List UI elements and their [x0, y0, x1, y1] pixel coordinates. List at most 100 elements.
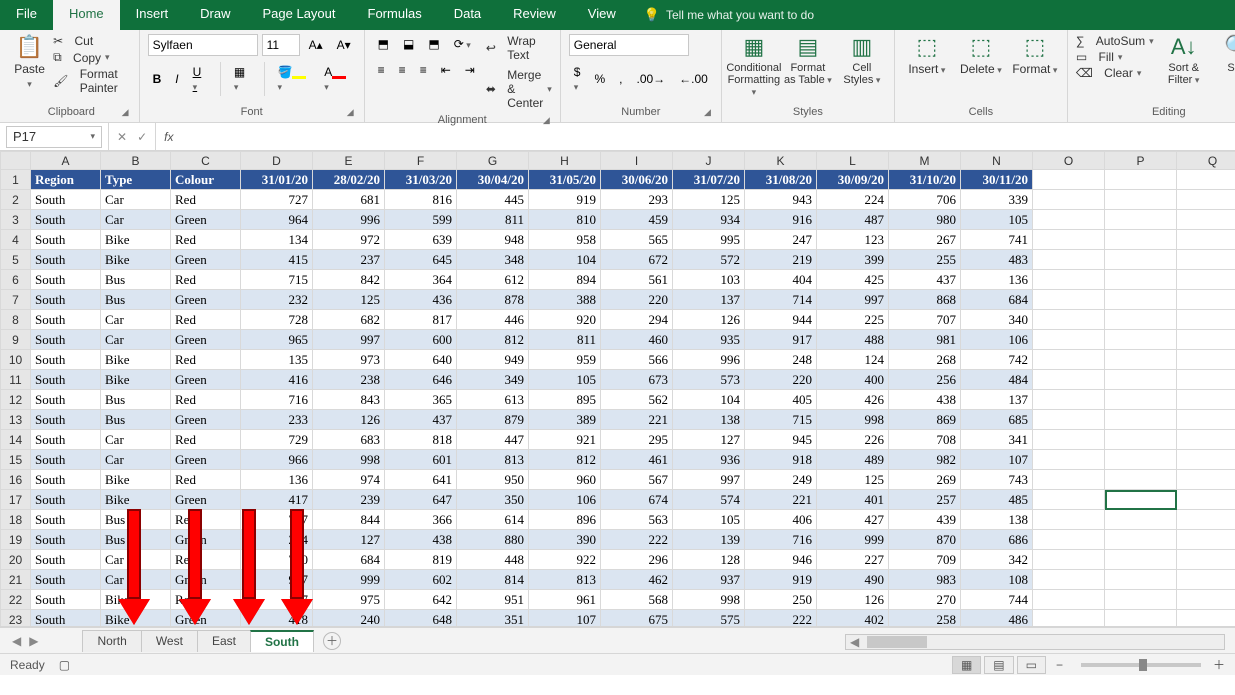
- cell[interactable]: [1177, 590, 1235, 610]
- align-bottom-button[interactable]: ⬒: [423, 34, 444, 54]
- cell[interactable]: 487: [817, 210, 889, 230]
- cell[interactable]: Bike: [101, 590, 171, 610]
- cell[interactable]: [1033, 410, 1105, 430]
- cell[interactable]: 642: [385, 590, 457, 610]
- cell[interactable]: 744: [961, 590, 1033, 610]
- col-header-G[interactable]: G: [457, 152, 529, 170]
- col-header-E[interactable]: E: [313, 152, 385, 170]
- cell[interactable]: 137: [673, 290, 745, 310]
- cell[interactable]: 238: [313, 370, 385, 390]
- cell[interactable]: [1177, 430, 1235, 450]
- cell[interactable]: 868: [889, 290, 961, 310]
- cell[interactable]: [1177, 410, 1235, 430]
- decrease-font-button[interactable]: A▾: [332, 35, 356, 55]
- format-as-table-button[interactable]: ▤Format as Table: [784, 34, 832, 86]
- cell[interactable]: 483: [961, 250, 1033, 270]
- cell[interactable]: Green: [171, 530, 241, 550]
- cell[interactable]: 706: [889, 190, 961, 210]
- row-header-19[interactable]: 19: [1, 530, 31, 550]
- cell[interactable]: 646: [385, 370, 457, 390]
- cell[interactable]: Bus: [101, 510, 171, 530]
- wrap-text-button[interactable]: ↩ Wrap Text: [486, 34, 552, 62]
- cell[interactable]: 267: [889, 230, 961, 250]
- cell[interactable]: [1105, 190, 1177, 210]
- cell[interactable]: 222: [745, 610, 817, 628]
- cell[interactable]: [1105, 510, 1177, 530]
- cell[interactable]: South: [31, 290, 101, 310]
- cell[interactable]: 227: [817, 550, 889, 570]
- cell[interactable]: [1105, 230, 1177, 250]
- cell[interactable]: 348: [457, 250, 529, 270]
- cell[interactable]: 232: [241, 290, 313, 310]
- cell[interactable]: [1177, 250, 1235, 270]
- cell[interactable]: 365: [385, 390, 457, 410]
- cell[interactable]: Green: [171, 570, 241, 590]
- cell[interactable]: 137: [241, 590, 313, 610]
- cell[interactable]: Red: [171, 270, 241, 290]
- cell[interactable]: 842: [313, 270, 385, 290]
- cell[interactable]: 447: [457, 430, 529, 450]
- cell[interactable]: 918: [745, 450, 817, 470]
- cell[interactable]: 350: [457, 490, 529, 510]
- cell[interactable]: 935: [673, 330, 745, 350]
- header-cell[interactable]: Region: [31, 170, 101, 190]
- row-header-9[interactable]: 9: [1, 330, 31, 350]
- cell[interactable]: 104: [673, 390, 745, 410]
- cell[interactable]: 648: [385, 610, 457, 628]
- cell[interactable]: Bike: [101, 350, 171, 370]
- cell[interactable]: 599: [385, 210, 457, 230]
- cell[interactable]: [1033, 550, 1105, 570]
- cell[interactable]: 818: [385, 430, 457, 450]
- cell[interactable]: 294: [601, 310, 673, 330]
- cell[interactable]: [1105, 390, 1177, 410]
- row-header-8[interactable]: 8: [1, 310, 31, 330]
- cell[interactable]: 813: [529, 570, 601, 590]
- cell[interactable]: 437: [889, 270, 961, 290]
- cell[interactable]: 404: [745, 270, 817, 290]
- conditional-formatting-button[interactable]: ▦Conditional Formatting: [730, 34, 778, 98]
- cell[interactable]: 674: [601, 490, 673, 510]
- cell[interactable]: 973: [313, 350, 385, 370]
- cell[interactable]: 600: [385, 330, 457, 350]
- cell[interactable]: 996: [313, 210, 385, 230]
- cell[interactable]: 921: [529, 430, 601, 450]
- fx-icon[interactable]: fx: [156, 130, 181, 144]
- cell[interactable]: 673: [601, 370, 673, 390]
- cell[interactable]: 418: [241, 610, 313, 628]
- row-header-1[interactable]: 1: [1, 170, 31, 190]
- header-cell[interactable]: 31/01/20: [241, 170, 313, 190]
- cell[interactable]: 221: [601, 410, 673, 430]
- sort-filter-button[interactable]: A↓Sort & Filter: [1160, 34, 1208, 86]
- col-header-C[interactable]: C: [171, 152, 241, 170]
- cell[interactable]: 730: [241, 550, 313, 570]
- cell[interactable]: [1177, 290, 1235, 310]
- cell[interactable]: 340: [961, 310, 1033, 330]
- cell[interactable]: 983: [889, 570, 961, 590]
- header-cell[interactable]: 31/05/20: [529, 170, 601, 190]
- cell[interactable]: 562: [601, 390, 673, 410]
- header-cell[interactable]: 30/04/20: [457, 170, 529, 190]
- cell[interactable]: [1177, 230, 1235, 250]
- cell[interactable]: 684: [961, 290, 1033, 310]
- cell[interactable]: Car: [101, 570, 171, 590]
- cell[interactable]: South: [31, 610, 101, 628]
- cell[interactable]: 613: [457, 390, 529, 410]
- header-cell[interactable]: 30/06/20: [601, 170, 673, 190]
- font-size-combo[interactable]: [262, 34, 300, 56]
- number-format-combo[interactable]: [569, 34, 689, 56]
- cell[interactable]: 716: [241, 390, 313, 410]
- cell[interactable]: [1033, 290, 1105, 310]
- cell[interactable]: Car: [101, 310, 171, 330]
- cell[interactable]: 675: [601, 610, 673, 628]
- bold-button[interactable]: B: [148, 69, 167, 89]
- cell[interactable]: [1033, 470, 1105, 490]
- cell[interactable]: 572: [673, 250, 745, 270]
- cell[interactable]: 975: [313, 590, 385, 610]
- cell[interactable]: 879: [457, 410, 529, 430]
- row-header-20[interactable]: 20: [1, 550, 31, 570]
- cell[interactable]: 258: [889, 610, 961, 628]
- cell[interactable]: [1033, 570, 1105, 590]
- cell[interactable]: [1033, 370, 1105, 390]
- cell[interactable]: 573: [673, 370, 745, 390]
- cell[interactable]: 961: [529, 590, 601, 610]
